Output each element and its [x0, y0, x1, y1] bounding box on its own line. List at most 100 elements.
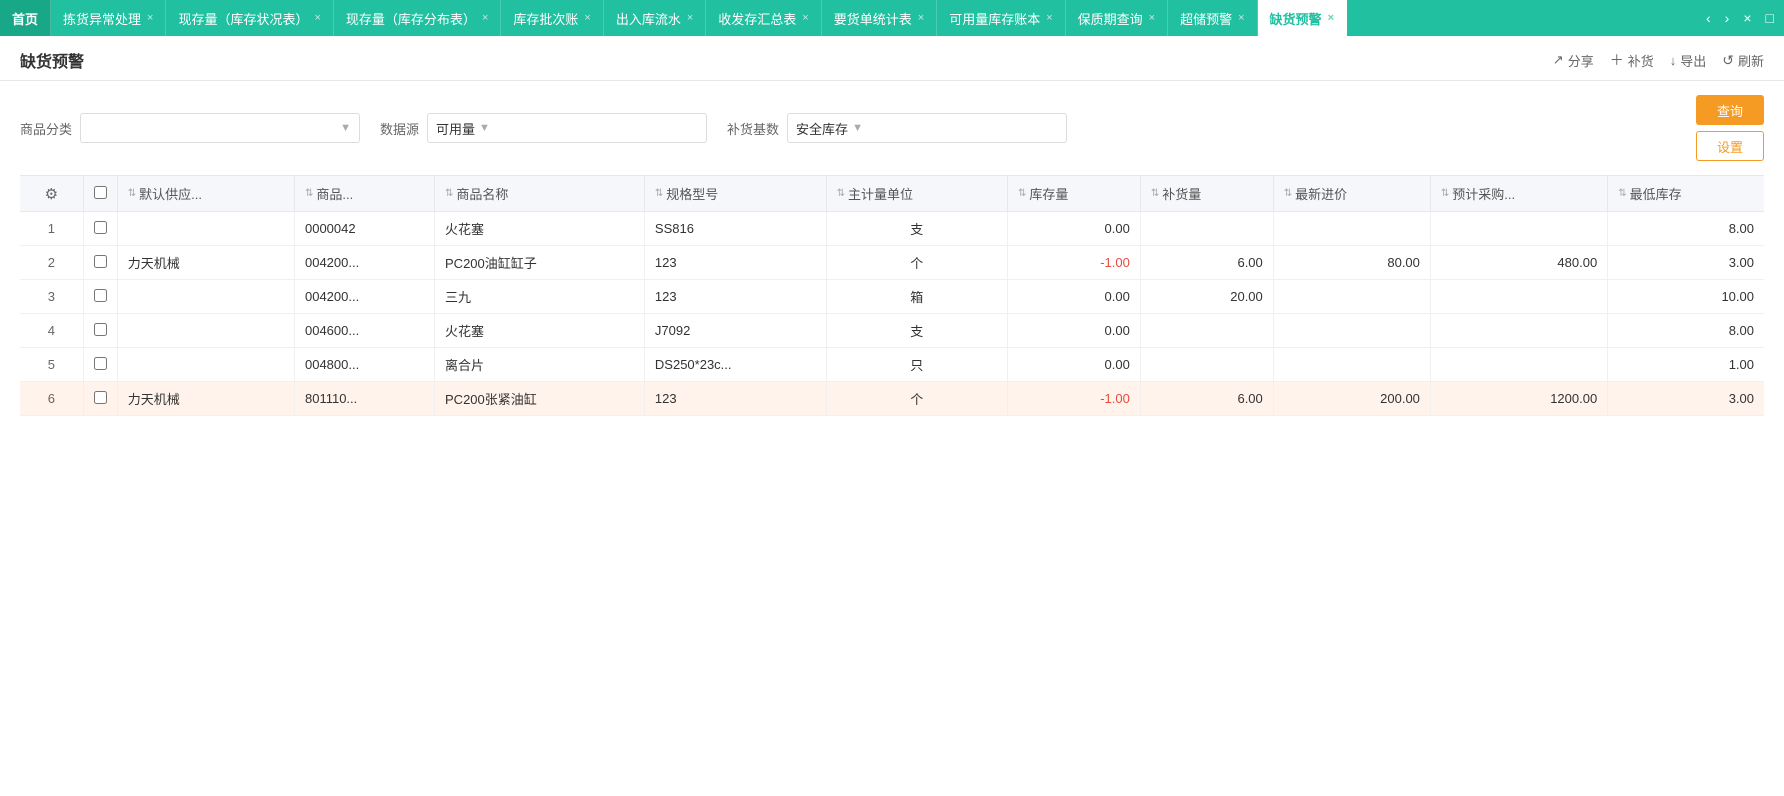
td-replenish_qty [1140, 212, 1273, 246]
tab-next-button[interactable]: › [1719, 9, 1736, 27]
tab-inout-flow[interactable]: 出入库流水× [604, 0, 706, 36]
row-checkbox[interactable] [94, 289, 107, 302]
replenish-action[interactable]: ＋ 补货 [1610, 50, 1654, 70]
tab-collect-summary[interactable]: 收发存汇总表× [706, 0, 821, 36]
th-supplier[interactable]: ⇅默认供应... [117, 176, 294, 212]
category-chevron-icon: ▼ [340, 122, 351, 134]
tab-close-shortage[interactable]: × [1328, 12, 1334, 24]
tab-expiry-query[interactable]: 保质期查询× [1066, 0, 1168, 36]
sort-icon-product_name: ⇅ [445, 188, 453, 199]
th-check [83, 176, 117, 212]
tab-stock-dist[interactable]: 现存量（库存分布表）× [334, 0, 501, 36]
sort-icon-est_purchase: ⇅ [1441, 188, 1449, 199]
replenish-base-select[interactable]: 安全库存 ▼ [787, 113, 1067, 143]
td-product_name: 火花塞 [435, 314, 645, 348]
row-checkbox[interactable] [94, 221, 107, 234]
td-num: 2 [20, 246, 83, 280]
td-stock: -1.00 [1007, 246, 1140, 280]
tab-close-batch-account[interactable]: × [584, 12, 590, 24]
row-checkbox[interactable] [94, 323, 107, 336]
tab-overstock[interactable]: 超储预警× [1168, 0, 1257, 36]
export-icon: ↓ [1670, 53, 1677, 68]
td-check[interactable] [83, 314, 117, 348]
replenish-base-filter-group: 补货基数 安全库存 ▼ [727, 113, 1067, 143]
tab-close-overstock[interactable]: × [1238, 12, 1244, 24]
table-row: 6力天机械801110...PC200张紧油缸123个-1.006.00200.… [20, 382, 1764, 416]
td-est_purchase [1430, 280, 1607, 314]
td-product_code: 004200... [294, 246, 434, 280]
row-checkbox[interactable] [94, 255, 107, 268]
window-restore-button[interactable]: □ [1760, 9, 1780, 27]
td-num: 6 [20, 382, 83, 416]
th-min_stock[interactable]: ⇅最低库存 [1608, 176, 1764, 212]
td-latest_price: 80.00 [1273, 246, 1430, 280]
th-product_code[interactable]: ⇅商品... [294, 176, 434, 212]
tab-close-collect-summary[interactable]: × [802, 12, 808, 24]
filter-actions: 查询 设置 [1696, 95, 1764, 161]
tab-batch-account[interactable]: 库存批次账× [501, 0, 603, 36]
td-check[interactable] [83, 348, 117, 382]
datasource-select[interactable]: 可用量 ▼ [427, 113, 707, 143]
th-product_name[interactable]: ⇅商品名称 [435, 176, 645, 212]
tab-close-order-stats[interactable]: × [918, 12, 924, 24]
td-min_stock: 10.00 [1608, 280, 1764, 314]
tab-prev-button[interactable]: ‹ [1700, 9, 1717, 27]
td-product_code: 004800... [294, 348, 434, 382]
tab-close-available-ledger[interactable]: × [1046, 12, 1052, 24]
tab-bar: 首页拣货异常处理×现存量（库存状况表）×现存量（库存分布表）×库存批次账×出入库… [0, 0, 1784, 36]
tab-abnormal[interactable]: 拣货异常处理× [51, 0, 166, 36]
refresh-action[interactable]: ↺ 刷新 [1722, 51, 1764, 70]
export-action[interactable]: ↓ 导出 [1670, 51, 1707, 70]
row-checkbox[interactable] [94, 357, 107, 370]
filter-bar: 商品分类 ▼ 数据源 可用量 ▼ 补货基数 安全库存 ▼ 查询 设置 [0, 81, 1784, 175]
tab-stock-status[interactable]: 现存量（库存状况表）× [166, 0, 333, 36]
tab-close-inout-flow[interactable]: × [687, 12, 693, 24]
tab-available-ledger[interactable]: 可用量库存账本× [937, 0, 1065, 36]
td-min_stock: 3.00 [1608, 382, 1764, 416]
td-check[interactable] [83, 280, 117, 314]
table-row: 10000042火花塞SS816支0.008.00 [20, 212, 1764, 246]
replenish-icon: ＋ [1610, 50, 1624, 70]
th-spec[interactable]: ⇅规格型号 [644, 176, 826, 212]
td-stock: -1.00 [1007, 382, 1140, 416]
td-product_name: PC200张紧油缸 [435, 382, 645, 416]
select-all-checkbox[interactable] [94, 186, 107, 199]
td-spec: 123 [644, 382, 826, 416]
row-checkbox[interactable] [94, 391, 107, 404]
td-product_name: 火花塞 [435, 212, 645, 246]
tab-home[interactable]: 首页 [0, 0, 51, 36]
td-check[interactable] [83, 382, 117, 416]
table-row: 4004600...火花塞J7092支0.008.00 [20, 314, 1764, 348]
td-est_purchase: 1200.00 [1430, 382, 1607, 416]
td-check[interactable] [83, 246, 117, 280]
query-button[interactable]: 查询 [1696, 95, 1764, 125]
th-latest_price[interactable]: ⇅最新进价 [1273, 176, 1430, 212]
sort-icon-min_stock: ⇅ [1618, 188, 1626, 199]
window-close-button[interactable]: × [1737, 9, 1757, 27]
share-icon: ↗ [1553, 52, 1564, 68]
tab-close-stock-dist[interactable]: × [482, 12, 488, 24]
page-actions: ↗ 分享 ＋ 补货 ↓ 导出 ↺ 刷新 [1553, 50, 1764, 70]
sort-icon-supplier: ⇅ [128, 188, 136, 199]
tab-close-expiry-query[interactable]: × [1149, 12, 1155, 24]
td-supplier: 力天机械 [117, 382, 294, 416]
th-stock[interactable]: ⇅库存量 [1007, 176, 1140, 212]
th-gear[interactable]: ⚙ [20, 176, 83, 212]
td-unit: 个 [826, 246, 1007, 280]
tab-shortage[interactable]: 缺货预警× [1258, 0, 1347, 36]
th-replenish_qty[interactable]: ⇅补货量 [1140, 176, 1273, 212]
settings-button[interactable]: 设置 [1696, 131, 1764, 161]
th-unit[interactable]: ⇅主计量单位 [826, 176, 1007, 212]
tab-close-abnormal[interactable]: × [147, 12, 153, 24]
category-select[interactable]: ▼ [80, 113, 360, 143]
td-supplier [117, 314, 294, 348]
td-replenish_qty [1140, 348, 1273, 382]
td-check[interactable] [83, 212, 117, 246]
td-spec: SS816 [644, 212, 826, 246]
th-est_purchase[interactable]: ⇅预计采购... [1430, 176, 1607, 212]
share-action[interactable]: ↗ 分享 [1553, 51, 1594, 70]
tab-close-stock-status[interactable]: × [314, 12, 320, 24]
tab-order-stats[interactable]: 要货单统计表× [822, 0, 937, 36]
td-num: 4 [20, 314, 83, 348]
td-product_code: 0000042 [294, 212, 434, 246]
